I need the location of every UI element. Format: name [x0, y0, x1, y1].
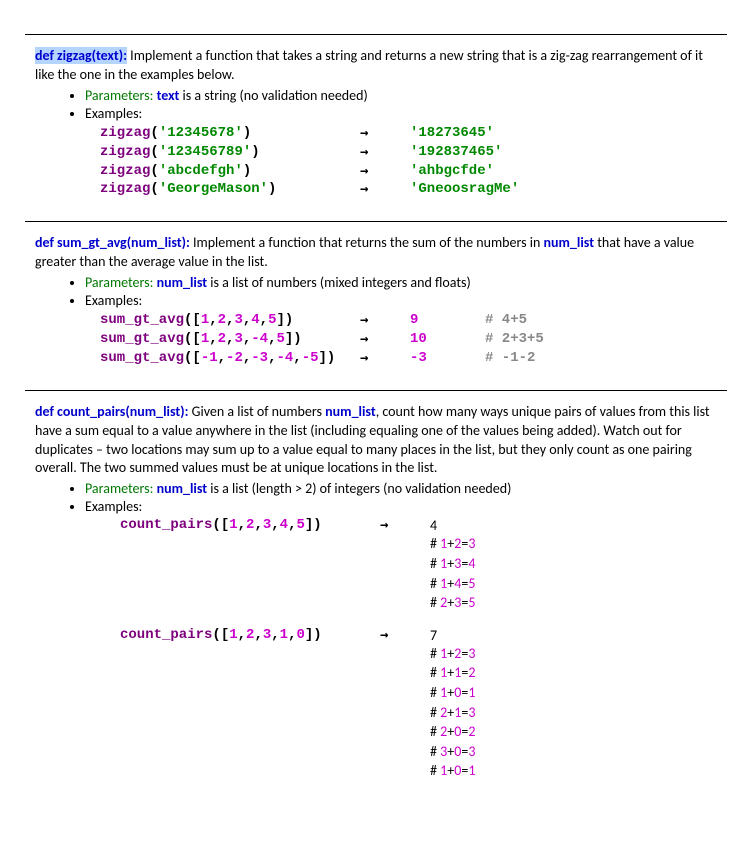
example-row: count_pairs([1,2,3,4,5]) → 4 # 1+2=3 # 1… [120, 517, 727, 612]
desc-text: Given a list of numbers [188, 403, 325, 420]
param-line: Parameters: num_list is a list of number… [85, 274, 727, 291]
param-line: Parameters: text is a string (no validat… [85, 87, 727, 104]
inline-param: num_list [544, 234, 595, 251]
examples-block: sum_gt_avg([1,2,3,4,5]) → 9 # 4+5 sum_gt… [100, 311, 727, 368]
desc-text: Implement a function that takes a string… [35, 47, 703, 83]
task-description: def zigzag(text): Implement a function t… [35, 47, 717, 85]
example-row: zigzag('123456789') → '192837465' [100, 143, 727, 162]
result-and-equations: 7 # 1+2=3 # 1+1=2 # 1+0=1 # 2+1=3 # 2+0=… [430, 627, 475, 781]
fn-signature: def count_pairs(num_list): [35, 403, 188, 420]
param-rest: is a list (length > 2) of integers (no v… [207, 480, 511, 497]
task-bullets: Parameters: num_list is a list of number… [25, 274, 727, 309]
task-count-pairs: def count_pairs(num_list): Given a list … [25, 403, 727, 781]
task-sum-gt-avg: def sum_gt_avg(num_list): Implement a fu… [25, 234, 727, 367]
param-rest: is a string (no validation needed) [179, 87, 367, 104]
task-zigzag: def zigzag(text): Implement a function t… [25, 47, 727, 199]
example-row: zigzag('abcdefgh') → 'ahbgcfde' [100, 162, 727, 181]
param-line: Parameters: num_list is a list (length >… [85, 480, 727, 497]
param-label: Parameters: [85, 87, 153, 104]
param-rest: is a list of numbers (mixed integers and… [207, 274, 471, 291]
examples-label: Examples: [85, 498, 727, 515]
top-rule [25, 34, 727, 35]
example-row: zigzag('GeorgeMason') → 'GneoosragMe' [100, 180, 727, 199]
desc-text: Implement a function that returns the su… [190, 234, 544, 251]
example-row: count_pairs([1,2,3,1,0]) → 7 # 1+2=3 # 1… [120, 627, 727, 781]
inline-param: num_list [325, 403, 376, 420]
param-name: num_list [157, 274, 208, 291]
examples-block: zigzag('12345678') → '18273645' zigzag('… [100, 124, 727, 200]
fn-signature: def zigzag(text): [35, 47, 127, 64]
result-and-equations: 4 # 1+2=3 # 1+3=4 # 1+4=5 # 2+3=5 [430, 517, 475, 612]
param-name: num_list [157, 480, 208, 497]
example-row: sum_gt_avg([1,2,3,-4,5]) → 10 # 2+3+5 [100, 330, 727, 349]
task-description: def sum_gt_avg(num_list): Implement a fu… [35, 234, 717, 272]
task-description: def count_pairs(num_list): Given a list … [35, 403, 717, 479]
param-label: Parameters: [85, 274, 153, 291]
examples-block: count_pairs([1,2,3,4,5]) → 4 # 1+2=3 # 1… [120, 517, 727, 781]
example-row: sum_gt_avg([-1,-2,-3,-4,-5]) → -3 # -1-2 [100, 349, 727, 368]
param-label: Parameters: [85, 480, 153, 497]
examples-label: Examples: [85, 292, 727, 309]
example-row: zigzag('12345678') → '18273645' [100, 124, 727, 143]
examples-label: Examples: [85, 105, 727, 122]
example-row: sum_gt_avg([1,2,3,4,5]) → 9 # 4+5 [100, 311, 727, 330]
divider [25, 221, 727, 222]
fn-signature: def sum_gt_avg(num_list): [35, 234, 190, 251]
page-title-remnant [25, 20, 727, 30]
task-bullets: Parameters: text is a string (no validat… [25, 87, 727, 122]
task-bullets: Parameters: num_list is a list (length >… [25, 480, 727, 515]
param-name: text [157, 87, 180, 104]
divider [25, 390, 727, 391]
